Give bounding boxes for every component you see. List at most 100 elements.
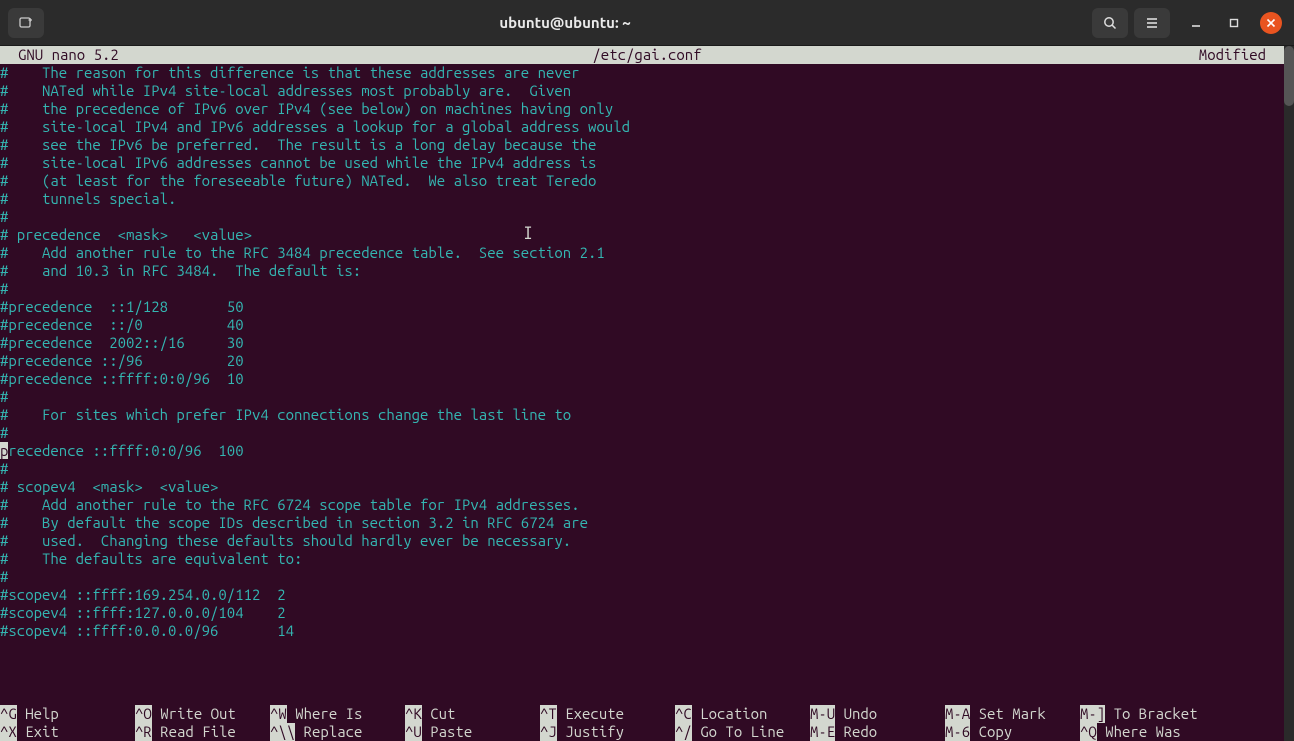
editor-line: # Add another rule to the RFC 3484 prece… [0, 244, 1294, 262]
nano-version: GNU nano 5.2 [0, 46, 119, 64]
shortcut-item: ^O Write Out [135, 705, 270, 723]
shortcut-label: Exit [17, 723, 59, 741]
editor-line: # The defaults are equivalent to: [0, 550, 1294, 568]
shortcut-item: M-E Redo [810, 723, 945, 741]
search-icon [1102, 15, 1118, 31]
new-tab-button[interactable] [8, 8, 44, 38]
nano-shortcuts: ^G Help^O Write Out^W Where Is^K Cut^T E… [0, 705, 1284, 741]
editor-line: precedence ::ffff:0:0/96 100 [0, 442, 1294, 460]
search-button[interactable] [1092, 8, 1128, 38]
menu-button[interactable] [1134, 8, 1170, 38]
shortcut-key: M-6 [945, 723, 970, 741]
editor-line: # [0, 568, 1294, 586]
editor-line: # The reason for this difference is that… [0, 64, 1294, 82]
editor-line: # tunnels special. [0, 190, 1294, 208]
editor-line: #scopev4 ::ffff:0.0.0.0/96 14 [0, 622, 1294, 640]
shortcut-item: ^J Justify [540, 723, 675, 741]
editor-line: #precedence 2002::/16 30 [0, 334, 1294, 352]
shortcut-label: Justify [557, 723, 624, 741]
shortcut-key: ^G [0, 705, 17, 723]
editor-line: #precedence ::ffff:0:0/96 10 [0, 370, 1294, 388]
shortcut-key: M-E [810, 723, 835, 741]
shortcut-item: M-] To Bracket [1080, 705, 1240, 723]
editor-line: # Add another rule to the RFC 6724 scope… [0, 496, 1294, 514]
window-title: ubuntu@ubuntu: ~ [499, 14, 630, 31]
editor-line: # [0, 208, 1294, 226]
maximize-icon [1228, 17, 1240, 29]
editor-line: #precedence ::/96 20 [0, 352, 1294, 370]
shortcut-key: ^R [135, 723, 152, 741]
shortcut-label: Redo [835, 723, 877, 741]
editor-line: #precedence ::/0 40 [0, 316, 1294, 334]
shortcut-item: ^T Execute [540, 705, 675, 723]
close-button[interactable] [1260, 12, 1282, 34]
nano-filename: /etc/gai.conf [592, 46, 701, 64]
hamburger-icon [1144, 15, 1160, 31]
shortcut-key: ^O [135, 705, 152, 723]
shortcut-label: Set Mark [970, 705, 1046, 723]
shortcut-item: M-6 Copy [945, 723, 1080, 741]
shortcut-item: ^W Where Is [270, 705, 405, 723]
editor-line: # [0, 460, 1294, 478]
shortcut-key: ^Q [1080, 723, 1097, 741]
editor-line: # site-local IPv4 and IPv6 addresses a l… [0, 118, 1294, 136]
shortcut-label: Where Was [1097, 723, 1181, 741]
editor-line: #precedence ::1/128 50 [0, 298, 1294, 316]
shortcut-label: Read File [152, 723, 236, 741]
shortcut-key: ^J [540, 723, 557, 741]
shortcut-key: ^U [405, 723, 422, 741]
shortcut-label: Paste [422, 723, 472, 741]
editor-line: #scopev4 ::ffff:169.254.0.0/112 2 [0, 586, 1294, 604]
shortcut-item: ^R Read File [135, 723, 270, 741]
shortcut-key: M-U [810, 705, 835, 723]
editor-line: # scopev4 <mask> <value> [0, 478, 1294, 496]
terminal[interactable]: GNU nano 5.2 /etc/gai.conf Modified # Th… [0, 46, 1294, 741]
titlebar: ubuntu@ubuntu: ~ [0, 0, 1294, 46]
shortcut-key: ^\\ [270, 723, 295, 741]
shortcut-key: ^K [405, 705, 422, 723]
editor-line: #scopev4 ::ffff:127.0.0.0/104 2 [0, 604, 1294, 622]
new-tab-icon [18, 15, 34, 31]
shortcut-key: M-] [1080, 705, 1105, 723]
cursor-char: p [0, 442, 8, 459]
shortcut-key: ^X [0, 723, 17, 741]
minimize-button[interactable] [1184, 11, 1208, 35]
shortcut-label: Go To Line [692, 723, 784, 741]
editor-content[interactable]: # The reason for this difference is that… [0, 64, 1294, 640]
shortcut-label: Execute [557, 705, 624, 723]
shortcut-key: ^/ [675, 723, 692, 741]
shortcut-key: M-A [945, 705, 970, 723]
shortcut-item: ^X Exit [0, 723, 135, 741]
shortcut-item: ^/ Go To Line [675, 723, 810, 741]
shortcut-label: Replace [295, 723, 362, 741]
shortcut-label: Write Out [152, 705, 236, 723]
scrollbar[interactable] [1284, 46, 1294, 741]
editor-line: # (at least for the foreseeable future) … [0, 172, 1294, 190]
shortcut-label: Location [692, 705, 768, 723]
shortcut-label: To Bracket [1105, 705, 1197, 723]
shortcut-item: ^G Help [0, 705, 135, 723]
maximize-button[interactable] [1222, 11, 1246, 35]
nano-status-bar: GNU nano 5.2 /etc/gai.conf Modified [0, 46, 1294, 64]
minimize-icon [1190, 17, 1202, 29]
editor-line: # [0, 280, 1294, 298]
shortcut-key: ^C [675, 705, 692, 723]
editor-line: # By default the scope IDs described in … [0, 514, 1294, 532]
editor-line: # the precedence of IPv6 over IPv4 (see … [0, 100, 1294, 118]
shortcut-label: Help [17, 705, 59, 723]
shortcut-item: ^U Paste [405, 723, 540, 741]
shortcut-item: ^K Cut [405, 705, 540, 723]
shortcut-label: Undo [835, 705, 877, 723]
nano-modified: Modified [1199, 46, 1294, 64]
shortcut-label: Cut [422, 705, 456, 723]
shortcut-item: ^Q Where Was [1080, 723, 1240, 741]
close-icon [1266, 18, 1276, 28]
shortcut-label: Copy [970, 723, 1012, 741]
scrollbar-thumb[interactable] [1284, 46, 1294, 106]
editor-line: # see the IPv6 be preferred. The result … [0, 136, 1294, 154]
shortcut-key: ^W [270, 705, 287, 723]
shortcut-item: M-U Undo [810, 705, 945, 723]
editor-line: # For sites which prefer IPv4 connection… [0, 406, 1294, 424]
editor-line: # [0, 424, 1294, 442]
shortcut-key: ^T [540, 705, 557, 723]
